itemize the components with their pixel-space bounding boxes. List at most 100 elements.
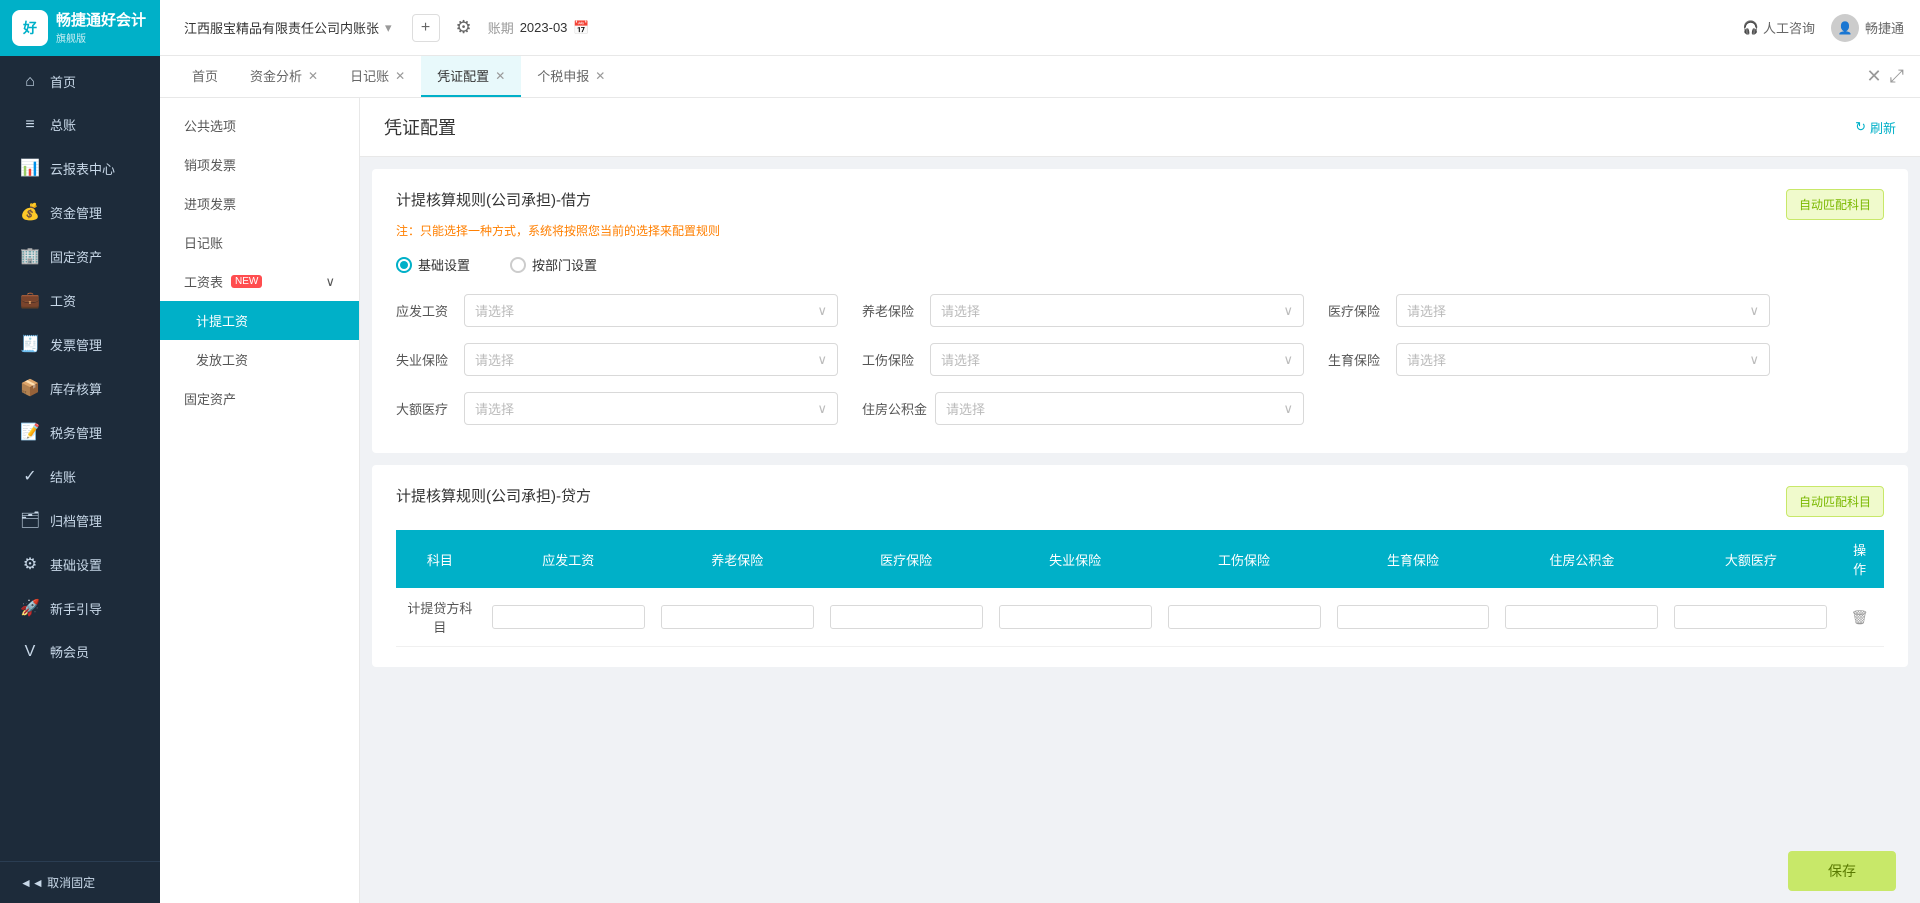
tab-home-label: 首页 [192,66,218,85]
user-menu[interactable]: 👤 畅捷通 [1831,14,1904,42]
sidebar-nav: ⌂ 首页 ≡ 总账 📊 云报表中心 💰 资金管理 🏢 固定资产 💼 工资 🧾 发… [0,56,160,861]
ledger-icon: ≡ [20,116,40,134]
debit-content: 计提核算规则(公司承担)-借方 注：只能选择一种方式，系统将按照您当前的选择来配… [396,189,1770,433]
sidebar-item-ledger[interactable]: ≡ 总账 [0,103,160,146]
service-button[interactable]: 🎧 人工咨询 [1743,18,1815,37]
select-zfgjj-placeholder: 请选择 [946,399,985,418]
radio-basic[interactable]: 基础设置 [396,255,470,274]
avatar: 👤 [1831,14,1859,42]
logo-title: 畅捷通好会计 [56,12,146,30]
left-item-calc-label: 计提工资 [196,314,248,329]
input-yfgz[interactable] [492,605,645,629]
bottom-spacer [360,679,1920,739]
refresh-label: 刷新 [1870,118,1896,137]
left-item-purchase[interactable]: 进项发票 [160,184,359,223]
sidebar-label-member: 畅会员 [50,642,89,661]
credit-table: 科目 应发工资 养老保险 医疗保险 失业保险 工伤保险 生育保险 住房公积金 大… [396,530,1884,647]
tab-tax-close[interactable]: ✕ [595,69,605,83]
sidebar-item-tax[interactable]: 📝 税务管理 [0,410,160,454]
select-sybx[interactable]: 请选择 ∨ [464,343,838,376]
debit-fields-grid: 应发工资 请选择 ∨ 养老保险 请选择 ∨ [396,294,1770,425]
tab-diary-close[interactable]: ✕ [395,69,405,83]
tab-funds-close[interactable]: ✕ [308,69,318,83]
select-zfgjj[interactable]: 请选择 ∨ [935,392,1304,425]
select-yfgz[interactable]: 请选择 ∨ [464,294,838,327]
sidebar-item-reports[interactable]: 📊 云报表中心 [0,146,160,190]
left-item-salary-table[interactable]: 工资表 NEW ∨ [160,262,359,301]
field-label-gsbx: 工伤保险 [862,350,922,369]
tab-diary-label: 日记账 [350,66,389,85]
user-name: 畅捷通 [1865,18,1904,37]
radio-dept-label: 按部门设置 [532,255,597,274]
tab-home[interactable]: 首页 [176,56,234,97]
period-selector[interactable]: 账期 2023-03 📅 [488,18,590,37]
input-sybx2[interactable] [1337,605,1490,629]
select-gsbx[interactable]: 请选择 ∨ [930,343,1304,376]
left-item-public-label: 公共选项 [184,116,236,135]
left-item-public[interactable]: 公共选项 [160,106,359,145]
tab-voucher-close[interactable]: ✕ [495,69,505,83]
delete-row-icon[interactable]: 🗑 [1851,609,1869,625]
chevron-down-icon-6: ∨ [1749,352,1759,368]
sidebar-item-home[interactable]: ⌂ 首页 [0,60,160,103]
sidebar-item-member[interactable]: V 畅会员 [0,630,160,673]
new-badge: NEW [231,275,262,288]
input-sybx[interactable] [999,605,1152,629]
debit-auto-match-button[interactable]: 自动匹配科目 [1786,189,1884,220]
add-account-button[interactable]: + [412,14,440,42]
company-selector[interactable]: 江西服宝精品有限责任公司内账张 ▾ [176,14,400,41]
input-zfgjj[interactable] [1505,605,1658,629]
left-item-diary[interactable]: 日记账 [160,223,359,262]
tab-tax-report[interactable]: 个税申报 ✕ [521,56,621,97]
col-sybx: 失业保险 [991,530,1160,588]
sidebar-item-funds[interactable]: 💰 资金管理 [0,190,160,234]
credit-section: 计提核算规则(公司承担)-贷方 自动匹配科目 科目 应发工资 养老保险 医疗保险… [372,465,1908,667]
credit-auto-match-button[interactable]: 自动匹配科目 [1786,486,1884,517]
left-item-pay-salary[interactable]: 发放工资 [160,340,359,379]
cancel-fixed-button[interactable]: ◄◄ 取消固定 [0,861,160,903]
debit-note: 注：只能选择一种方式，系统将按照您当前的选择来配置规则 [396,222,1770,239]
settings-icon[interactable]: ⚙ [452,13,476,42]
tab-diary[interactable]: 日记账 ✕ [334,56,421,97]
save-button[interactable]: 保存 [1788,851,1896,891]
expand-icon[interactable]: ⤢ [1890,66,1904,87]
select-dayl[interactable]: 请选择 ∨ [464,392,838,425]
input-gsbx[interactable] [1168,605,1321,629]
select-ylbx[interactable]: 请选择 ∨ [930,294,1304,327]
chevron-down-icon-3: ∨ [1749,303,1759,319]
sidebar-item-archive[interactable]: 🗂 归档管理 [0,498,160,542]
calendar-icon[interactable]: 📅 [573,20,589,36]
left-item-fixed-assets[interactable]: 固定资产 [160,379,359,418]
input-ylbx[interactable] [661,605,814,629]
tab-funds[interactable]: 资金分析 ✕ [234,56,334,97]
left-item-sales-label: 销项发票 [184,155,236,174]
logo-icon: 好 [12,10,48,46]
left-item-purchase-label: 进项发票 [184,194,236,213]
closing-icon: ✓ [20,466,40,486]
select-ylbx2-placeholder: 请选择 [1407,301,1446,320]
select-ylbx2[interactable]: 请选择 ∨ [1396,294,1770,327]
left-item-sales[interactable]: 销项发票 [160,145,359,184]
sidebar-item-invoice[interactable]: 🧾 发票管理 [0,322,160,366]
radio-by-dept[interactable]: 按部门设置 [510,255,597,274]
sidebar-item-basic[interactable]: ⚙ 基础设置 [0,542,160,586]
refresh-button[interactable]: ↻ 刷新 [1855,118,1896,137]
sidebar-item-guide[interactable]: 🚀 新手引导 [0,586,160,630]
input-ylbx2[interactable] [830,605,983,629]
close-window-icon[interactable]: ✕ [1867,66,1882,87]
tab-voucher-config[interactable]: 凭证配置 ✕ [421,56,521,97]
sidebar-item-inventory[interactable]: 📦 库存核算 [0,366,160,410]
select-sybx2[interactable]: 请选择 ∨ [1396,343,1770,376]
company-name: 江西服宝精品有限责任公司内账张 [184,18,379,37]
input-dayl[interactable] [1674,605,1827,629]
sidebar-label-funds: 资金管理 [50,203,102,222]
sidebar-item-assets[interactable]: 🏢 固定资产 [0,234,160,278]
cell-ylbx2-val [822,588,991,647]
field-yfgz: 应发工资 请选择 ∨ [396,294,838,327]
sidebar-item-salary[interactable]: 💼 工资 [0,278,160,322]
assets-icon: 🏢 [20,246,40,266]
sidebar-label-guide: 新手引导 [50,599,102,618]
sidebar-item-closing[interactable]: ✓ 结账 [0,454,160,498]
left-item-calc-salary[interactable]: 计提工资 [160,301,359,340]
sidebar-label-salary: 工资 [50,291,76,310]
